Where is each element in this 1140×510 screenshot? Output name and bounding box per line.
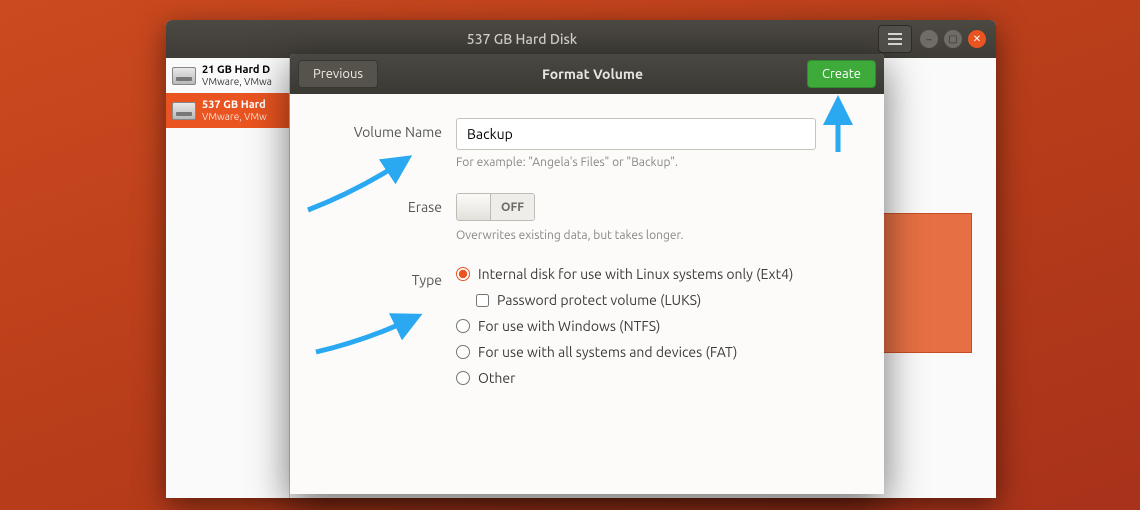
dialog-header: Previous Format Volume Create <box>290 54 884 94</box>
type-option-label: For use with all systems and devices (FA… <box>478 344 737 360</box>
app-menu-button[interactable] <box>878 25 912 53</box>
radio-ext4[interactable] <box>456 267 470 281</box>
type-label: Type <box>350 266 456 288</box>
type-option-label: Password protect volume (LUKS) <box>497 292 701 308</box>
type-option-ext4[interactable]: Internal disk for use with Linux systems… <box>456 266 844 282</box>
disk-subtitle: VMware, VMwa <box>202 76 272 87</box>
format-volume-dialog: Previous Format Volume Create Volume Nam… <box>290 54 884 494</box>
volume-name-input[interactable] <box>456 118 816 150</box>
switch-knob <box>457 194 491 220</box>
disk-title: 537 GB Hard <box>202 99 267 111</box>
type-radiogroup: Internal disk for use with Linux systems… <box>456 266 844 396</box>
disk-list: 21 GB Hard D VMware, VMwa 537 GB Hard VM… <box>166 58 290 498</box>
dialog-body: Volume Name For example: "Angela's Files… <box>290 94 884 444</box>
window-close-button[interactable]: ✕ <box>968 30 986 48</box>
hard-disk-icon <box>172 67 196 85</box>
type-option-luks[interactable]: Password protect volume (LUKS) <box>476 292 844 308</box>
erase-label: Erase <box>350 193 456 215</box>
radio-other[interactable] <box>456 371 470 385</box>
type-option-label: Internal disk for use with Linux systems… <box>478 266 793 282</box>
type-option-ntfs[interactable]: For use with Windows (NTFS) <box>456 318 844 334</box>
volume-name-hint: For example: "Angela's Files" or "Backup… <box>456 156 844 169</box>
disk-item[interactable]: 537 GB Hard VMware, VMw <box>166 93 289 128</box>
disk-title: 21 GB Hard D <box>202 64 272 76</box>
create-button[interactable]: Create <box>807 60 876 88</box>
type-option-label: For use with Windows (NTFS) <box>478 318 660 334</box>
radio-fat[interactable] <box>456 345 470 359</box>
type-option-fat[interactable]: For use with all systems and devices (FA… <box>456 344 844 360</box>
disk-item[interactable]: 21 GB Hard D VMware, VMwa <box>166 58 289 93</box>
type-option-other[interactable]: Other <box>456 370 844 386</box>
erase-switch[interactable]: OFF <box>456 193 535 221</box>
hard-disk-icon <box>172 102 196 120</box>
app-title: 537 GB Hard Disk <box>166 31 878 47</box>
radio-ntfs[interactable] <box>456 319 470 333</box>
dialog-title: Format Volume <box>378 66 807 82</box>
disk-subtitle: VMware, VMw <box>202 111 267 122</box>
volume-name-label: Volume Name <box>350 118 456 140</box>
window-minimize-button[interactable]: – <box>920 30 938 48</box>
type-option-label: Other <box>478 370 515 386</box>
switch-off-label: OFF <box>491 194 534 220</box>
erase-hint: Overwrites existing data, but takes long… <box>456 229 844 242</box>
previous-button[interactable]: Previous <box>298 60 378 88</box>
app-titlebar: 537 GB Hard Disk – ▢ ✕ <box>166 20 996 58</box>
window-maximize-button[interactable]: ▢ <box>944 30 962 48</box>
checkbox-luks[interactable] <box>476 294 489 307</box>
